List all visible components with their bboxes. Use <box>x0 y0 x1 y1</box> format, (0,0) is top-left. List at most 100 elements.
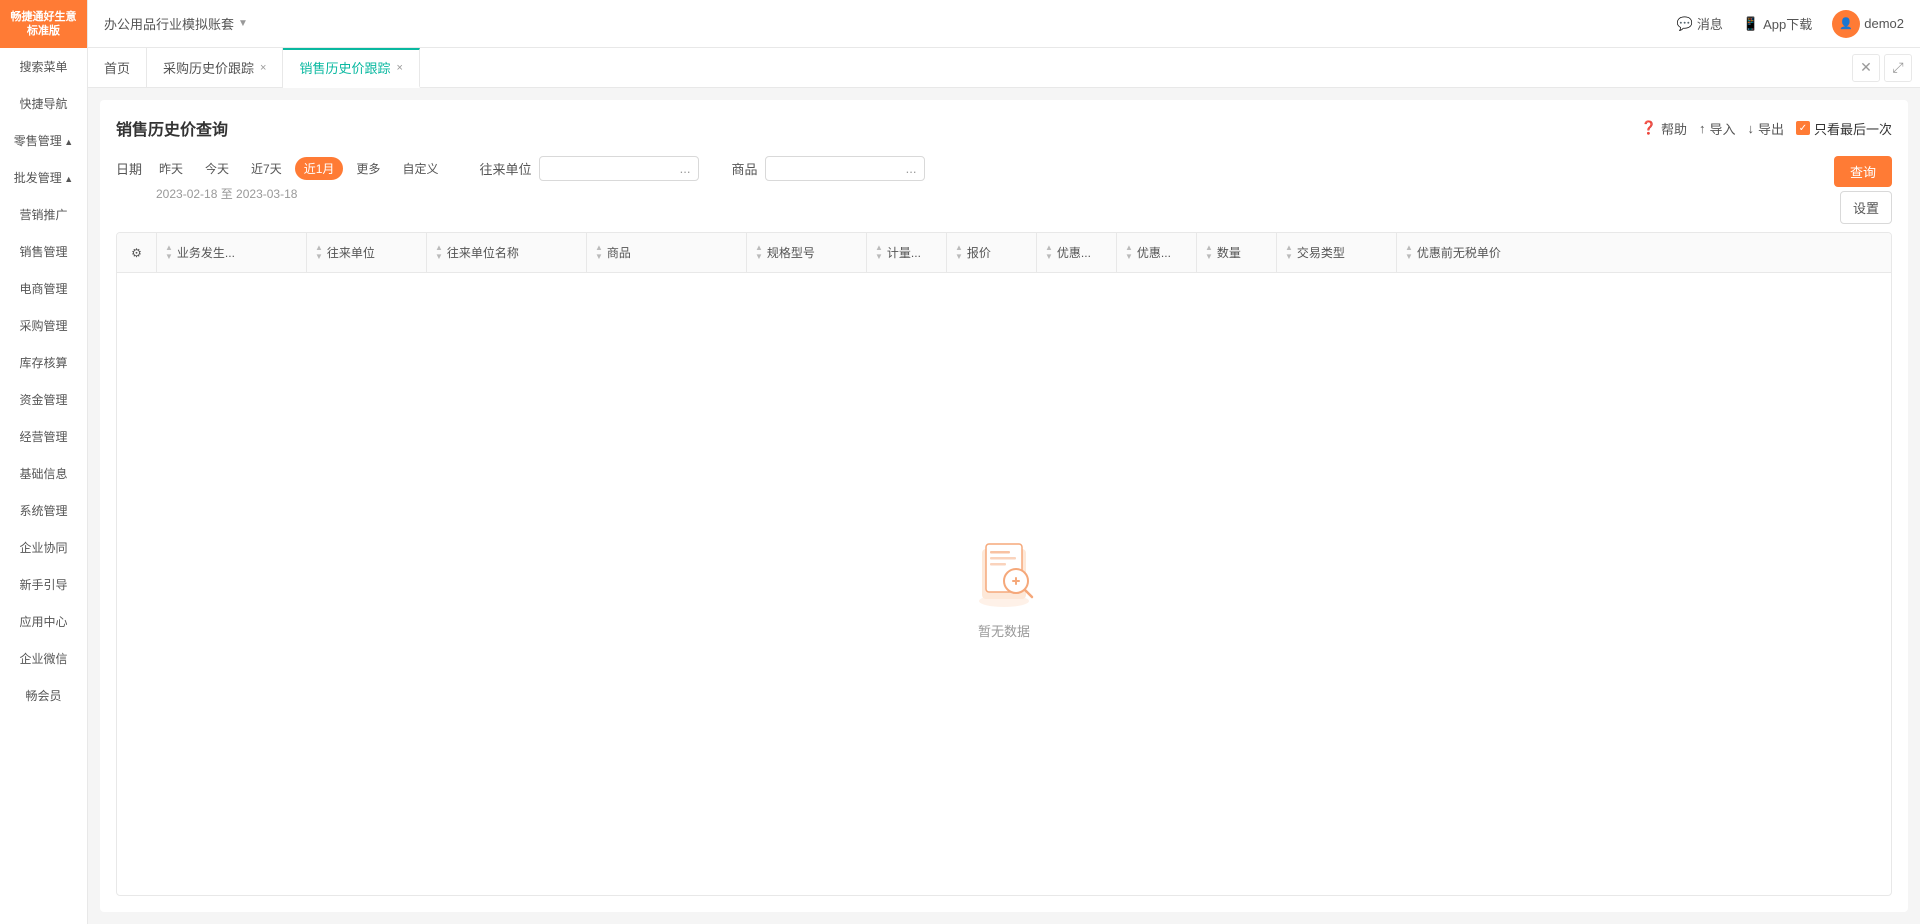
checkbox-icon: ✓ <box>1796 121 1810 135</box>
download-icon: 📱 <box>1743 16 1759 32</box>
th-discount1[interactable]: ▲ ▼ 优惠... <box>1037 233 1117 272</box>
date-shortcut-更多[interactable]: 更多 <box>347 157 389 180</box>
th-trade-type[interactable]: ▲ ▼ 交易类型 <box>1277 233 1397 272</box>
sort-qty[interactable]: ▲ ▼ <box>1205 244 1213 261</box>
th-discount2[interactable]: ▲ ▼ 优惠... <box>1117 233 1197 272</box>
sidebar-item-retail-mgmt[interactable]: 零售管理 ▲ <box>0 122 87 159</box>
product-input-dots: ... <box>906 161 917 176</box>
th-qty-label: 数量 <box>1217 244 1241 261</box>
sort-business-date[interactable]: ▲ ▼ <box>165 244 173 261</box>
tab-purchase-history[interactable]: 采购历史价跟踪 × <box>147 48 283 88</box>
user-menu[interactable]: 👤 demo2 <box>1832 10 1904 38</box>
sidebar-item-finance[interactable]: 资金管理 <box>0 381 87 418</box>
help-label: 帮助 <box>1661 119 1687 138</box>
sidebar-item-app-center[interactable]: 应用中心 <box>0 603 87 640</box>
th-qty[interactable]: ▲ ▼ 数量 <box>1197 233 1277 272</box>
company-selector[interactable]: 办公用品行业模拟账套 ▼ <box>104 14 248 33</box>
th-product-label: 商品 <box>607 244 631 261</box>
th-no-tax-price-label: 优惠前无税单价 <box>1417 244 1501 261</box>
th-unit[interactable]: ▲ ▼ 计量... <box>867 233 947 272</box>
sidebar-item-inventory[interactable]: 库存核算 <box>0 344 87 381</box>
th-spec-label: 规格型号 <box>767 244 815 261</box>
sidebar-item-system-mgmt[interactable]: 系统管理 <box>0 492 87 529</box>
sidebar-item-marketing[interactable]: 营销推广 <box>0 196 87 233</box>
app-logo: 畅捷通好生意 标准版 <box>0 0 87 48</box>
sidebar-item-new-user[interactable]: 新手引导 <box>0 566 87 603</box>
tab-sales-history[interactable]: 销售历史价跟踪× <box>283 48 419 88</box>
partner-input[interactable]: ... <box>539 156 699 181</box>
sidebar-item-quick-nav[interactable]: 快捷导航 <box>0 85 87 122</box>
sort-discount1[interactable]: ▲ ▼ <box>1045 244 1053 261</box>
sidebar-item-operations[interactable]: 经营管理 <box>0 418 87 455</box>
sidebar-item-enterprise-wechat[interactable]: 企业微信 <box>0 640 87 677</box>
th-partner-code[interactable]: ▲ ▼ 往来单位 <box>307 233 427 272</box>
tab-close-purchase-history[interactable]: × <box>260 62 266 74</box>
tab-label-home: 首页 <box>104 58 130 77</box>
sidebar-item-purchase-mgmt[interactable]: 采购管理 <box>0 307 87 344</box>
th-spec[interactable]: ▲ ▼ 规格型号 <box>747 233 867 272</box>
sidebar-item-member[interactable]: 畅会员 <box>0 677 87 714</box>
sidebar-item-enterprise-coop[interactable]: 企业协同 <box>0 529 87 566</box>
tab-home[interactable]: 首页 <box>88 48 147 88</box>
app-download-button[interactable]: 📱 App下载 <box>1743 14 1812 33</box>
partner-filter-group: 往来单位 ... <box>479 156 699 181</box>
page-title: 销售历史价查询 <box>116 116 228 140</box>
username: demo2 <box>1864 16 1904 31</box>
settings-button[interactable]: 设置 <box>1840 191 1892 224</box>
th-discount1-label: 优惠... <box>1057 244 1091 261</box>
sort-spec[interactable]: ▲ ▼ <box>755 244 763 261</box>
th-no-tax-price[interactable]: ▲ ▼ 优惠前无税单价 <box>1397 233 1891 272</box>
tab-close-sales-history[interactable]: × <box>396 62 402 74</box>
only-last-checkbox[interactable]: ✓ 只看最后一次 <box>1796 119 1892 138</box>
th-business-date[interactable]: ▲ ▼ 业务发生... <box>157 233 307 272</box>
sidebar-item-basic-info[interactable]: 基础信息 <box>0 455 87 492</box>
sort-trade-type[interactable]: ▲ ▼ <box>1285 244 1293 261</box>
empty-icon <box>964 529 1044 609</box>
sort-unit[interactable]: ▲ ▼ <box>875 244 883 261</box>
search-button[interactable]: 查询 <box>1834 156 1892 187</box>
help-button[interactable]: ❓ 帮助 <box>1641 119 1687 138</box>
maximize-button[interactable]: ⤢ <box>1884 54 1912 82</box>
sort-partner-code[interactable]: ▲ ▼ <box>315 244 323 261</box>
help-icon: ❓ <box>1641 120 1657 136</box>
filter-row-1: 日期 昨天今天近7天近1月更多自定义 往来单位 ... <box>116 156 1822 181</box>
sort-product[interactable]: ▲ ▼ <box>595 244 603 261</box>
sidebar-item-ecommerce[interactable]: 电商管理 <box>0 270 87 307</box>
import-button[interactable]: ↑ 导入 <box>1699 119 1736 138</box>
sort-partner-name[interactable]: ▲ ▼ <box>435 244 443 261</box>
export-button[interactable]: ↓ 导出 <box>1747 119 1784 138</box>
message-icon: 💬 <box>1677 16 1693 32</box>
th-price[interactable]: ▲ ▼ 报价 <box>947 233 1037 272</box>
tab-label-purchase-history: 采购历史价跟踪 <box>163 58 254 77</box>
logo-subtext: 标准版 <box>27 24 60 38</box>
date-shortcut-近7天[interactable]: 近7天 <box>242 157 291 180</box>
product-label: 商品 <box>731 159 757 178</box>
sidebar-item-wholesale-mgmt[interactable]: 批发管理 ▲ <box>0 159 87 196</box>
sort-no-tax-price[interactable]: ▲ ▼ <box>1405 244 1413 261</box>
th-product[interactable]: ▲ ▼ 商品 <box>587 233 747 272</box>
filter-section: 日期 昨天今天近7天近1月更多自定义 往来单位 ... <box>116 156 1892 224</box>
date-shortcuts: 昨天今天近7天近1月更多自定义 <box>150 157 447 180</box>
sidebar: 畅捷通好生意 标准版 搜索菜单快捷导航零售管理 ▲批发管理 ▲营销推广销售管理电… <box>0 0 88 924</box>
sidebar-item-sales-mgmt[interactable]: 销售管理 <box>0 233 87 270</box>
date-shortcut-自定义[interactable]: 自定义 <box>393 157 447 180</box>
close-tab-button[interactable]: ✕ <box>1852 54 1880 82</box>
export-label: 导出 <box>1758 119 1784 138</box>
table-header: ⚙ ▲ ▼ 业务发生... ▲ ▼ 往来单位 <box>117 233 1891 273</box>
chevron-icon: ▲ <box>62 137 73 147</box>
sort-discount2[interactable]: ▲ ▼ <box>1125 244 1133 261</box>
th-partner-name[interactable]: ▲ ▼ 往来单位名称 <box>427 233 587 272</box>
product-input[interactable]: ... <box>765 156 925 181</box>
main-content: 办公用品行业模拟账套 ▼ 💬 消息 📱 App下载 👤 demo2 首页采购历史… <box>88 0 1920 924</box>
th-settings[interactable]: ⚙ <box>117 233 157 272</box>
th-discount2-label: 优惠... <box>1137 244 1171 261</box>
date-shortcut-今天[interactable]: 今天 <box>196 157 238 180</box>
date-shortcut-近1月[interactable]: 近1月 <box>295 157 344 180</box>
empty-text: 暂无数据 <box>978 621 1030 640</box>
chevron-icon: ▲ <box>62 174 73 184</box>
sidebar-item-search-menu[interactable]: 搜索菜单 <box>0 48 87 85</box>
sort-price[interactable]: ▲ ▼ <box>955 244 963 261</box>
date-shortcut-昨天[interactable]: 昨天 <box>150 157 192 180</box>
message-button[interactable]: 💬 消息 <box>1677 14 1723 33</box>
th-business-date-label: 业务发生... <box>177 244 235 261</box>
